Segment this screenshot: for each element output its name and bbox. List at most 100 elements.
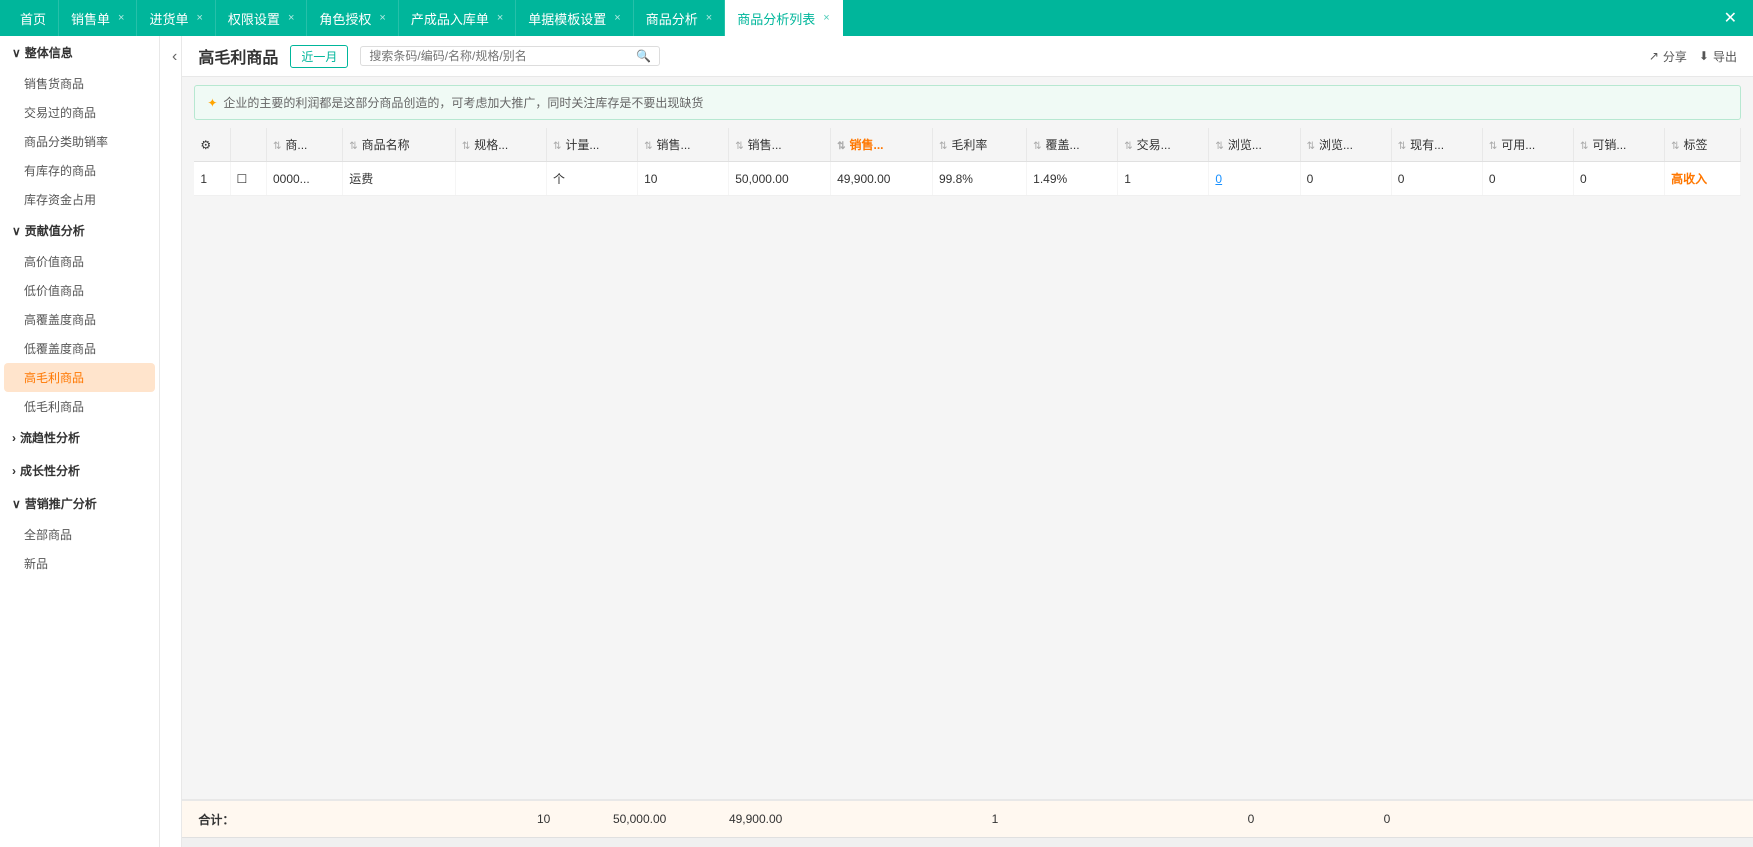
sort-icon[interactable]: ⇅: [1307, 141, 1315, 152]
sidebar-item-低覆盖度商品[interactable]: 低覆盖度商品: [0, 334, 159, 363]
sort-icon[interactable]: ⇅: [1489, 141, 1497, 152]
footer-sales1: 10: [470, 812, 550, 826]
browse-link[interactable]: 0: [1215, 172, 1222, 186]
nav-tab-角色授权[interactable]: 角色授权×: [307, 0, 398, 36]
table-col-11[interactable]: ⇅交易...: [1118, 128, 1209, 162]
info-banner-text: 企业的主要的利润都是这部分商品创造的，可考虑加大推广，同时关注库存是不要出现缺货: [223, 94, 703, 111]
sort-icon[interactable]: ⇅: [735, 141, 743, 152]
sort-icon[interactable]: ⇅: [273, 141, 281, 152]
close-tab-icon[interactable]: ×: [497, 12, 503, 24]
search-icon[interactable]: 🔍: [636, 49, 651, 63]
footer-trade: 1: [918, 812, 998, 826]
sidebar-item-库存资金占用[interactable]: 库存资金占用: [0, 185, 159, 214]
table-col-17[interactable]: ⇅标签: [1665, 128, 1741, 162]
sidebar-section-4[interactable]: ∨ 营销推广分析: [0, 487, 159, 520]
close-tab-icon[interactable]: ×: [118, 12, 124, 24]
sort-icon[interactable]: ⇅: [1398, 141, 1406, 152]
chevron-icon: ∨: [12, 497, 21, 511]
close-tab-icon[interactable]: ×: [196, 12, 202, 24]
chevron-icon: ›: [12, 431, 16, 445]
nav-tab-商品分析列表[interactable]: 商品分析列表×: [725, 0, 842, 36]
table-col-8[interactable]: ⇅销售...: [831, 128, 933, 162]
export-button[interactable]: ⬇ 导出: [1699, 48, 1737, 65]
bottom-scrollbar[interactable]: [182, 837, 1753, 847]
share-button[interactable]: ↗ 分享: [1649, 48, 1687, 65]
row-stock3: 0: [1573, 162, 1664, 196]
footer-stock2: 0: [1310, 812, 1390, 826]
table-col-7[interactable]: ⇅销售...: [729, 128, 831, 162]
sidebar-item-高价值商品[interactable]: 高价值商品: [0, 247, 159, 276]
sidebar-item-商品分类助销率[interactable]: 商品分类助销率: [0, 127, 159, 156]
table-col-5[interactable]: ⇅计量...: [546, 128, 637, 162]
close-all-button[interactable]: ✕: [1716, 8, 1745, 28]
row-stock1: 0: [1391, 162, 1482, 196]
row-code: 0000...: [266, 162, 342, 196]
filter-recent-month-button[interactable]: 近一月: [290, 45, 348, 68]
sidebar-section-3[interactable]: › 成长性分析: [0, 454, 159, 487]
page-title: 高毛利商品: [198, 44, 278, 68]
info-banner: ✦ 企业的主要的利润都是这部分商品创造的，可考虑加大推广，同时关注库存是不要出现…: [194, 85, 1741, 120]
sort-icon[interactable]: ⇅: [939, 141, 947, 152]
row-index: 1: [194, 162, 230, 196]
sort-icon[interactable]: ⇅: [1033, 141, 1041, 152]
table-col-12[interactable]: ⇅浏览...: [1209, 128, 1300, 162]
sidebar-item-全部商品[interactable]: 全部商品: [0, 520, 159, 549]
table-col-3[interactable]: ⇅商品名称: [343, 128, 456, 162]
nav-tab-商品分析[interactable]: 商品分析×: [634, 0, 725, 36]
sidebar-section-0[interactable]: ∨ 整体信息: [0, 36, 159, 69]
table-col-9[interactable]: ⇅毛利率: [932, 128, 1026, 162]
close-tab-icon[interactable]: ×: [614, 12, 620, 24]
sidebar-item-有库存的商品[interactable]: 有库存的商品: [0, 156, 159, 185]
sidebar-item-销售货商品[interactable]: 销售货商品: [0, 69, 159, 98]
sort-icon[interactable]: ⇅: [553, 141, 561, 152]
chevron-icon: ›: [12, 464, 16, 478]
sort-icon[interactable]: ⇅: [1580, 141, 1588, 152]
row-browse2: 0: [1300, 162, 1391, 196]
nav-tab-产成品入库单[interactable]: 产成品入库单×: [399, 0, 516, 36]
sidebar: ∨ 整体信息销售货商品交易过的商品商品分类助销率有库存的商品库存资金占用∨ 贡献…: [0, 36, 160, 847]
sort-icon[interactable]: ⇅: [349, 141, 357, 152]
nav-tab-进货单[interactable]: 进货单×: [137, 0, 215, 36]
sidebar-item-交易过的商品[interactable]: 交易过的商品: [0, 98, 159, 127]
sort-icon[interactable]: ⇅: [462, 141, 470, 152]
nav-tab-单据模板设置[interactable]: 单据模板设置×: [516, 0, 633, 36]
row-checkbox[interactable]: ☐: [230, 162, 266, 196]
table-col-10[interactable]: ⇅覆盖...: [1027, 128, 1118, 162]
nav-tab-首页[interactable]: 首页: [8, 0, 59, 36]
sidebar-item-低价值商品[interactable]: 低价值商品: [0, 276, 159, 305]
nav-tab-权限设置[interactable]: 权限设置×: [216, 0, 307, 36]
sort-icon[interactable]: ⇅: [1215, 141, 1223, 152]
footer-sales3: 49,900.00: [702, 812, 782, 826]
close-tab-icon[interactable]: ×: [288, 12, 294, 24]
sidebar-section-1[interactable]: ∨ 贡献值分析: [0, 214, 159, 247]
sidebar-collapse-button[interactable]: ‹: [168, 48, 181, 66]
table-col-6[interactable]: ⇅销售...: [638, 128, 729, 162]
sidebar-item-高覆盖度商品[interactable]: 高覆盖度商品: [0, 305, 159, 334]
search-box: 🔍: [360, 46, 660, 66]
sidebar-item-低毛利商品[interactable]: 低毛利商品: [0, 392, 159, 421]
sort-icon[interactable]: ⇅: [1124, 141, 1132, 152]
table-col-16[interactable]: ⇅可销...: [1573, 128, 1664, 162]
sort-icon[interactable]: ⇅: [1671, 141, 1679, 152]
content-area: 高毛利商品 近一月 🔍 ↗ 分享 ⬇ 导出 ✦ 企业的主要的利润都是这部分商品创…: [182, 36, 1753, 847]
table-wrapper: ⚙⇅商...⇅商品名称⇅规格...⇅计量...⇅销售...⇅销售...⇅销售..…: [194, 128, 1741, 799]
table-col-4[interactable]: ⇅规格...: [455, 128, 546, 162]
close-tab-icon[interactable]: ×: [823, 12, 829, 24]
nav-tab-销售单[interactable]: 销售单×: [59, 0, 137, 36]
chevron-icon: ∨: [12, 46, 21, 60]
sidebar-item-高毛利商品[interactable]: 高毛利商品: [4, 363, 155, 392]
sidebar-section-2[interactable]: › 流趋性分析: [0, 421, 159, 454]
row-sales1: 10: [638, 162, 729, 196]
table-col-14[interactable]: ⇅现有...: [1391, 128, 1482, 162]
share-icon: ↗: [1649, 49, 1659, 63]
close-tab-icon[interactable]: ×: [379, 12, 385, 24]
table-col-2[interactable]: ⇅商...: [266, 128, 342, 162]
row-coverage: 1.49%: [1027, 162, 1118, 196]
sort-icon[interactable]: ⇅: [837, 141, 845, 152]
table-col-13[interactable]: ⇅浏览...: [1300, 128, 1391, 162]
close-tab-icon[interactable]: ×: [706, 12, 712, 24]
table-col-15[interactable]: ⇅可用...: [1482, 128, 1573, 162]
sidebar-item-新品[interactable]: 新品: [0, 549, 159, 578]
search-input[interactable]: [369, 49, 632, 63]
sort-icon[interactable]: ⇅: [644, 141, 652, 152]
